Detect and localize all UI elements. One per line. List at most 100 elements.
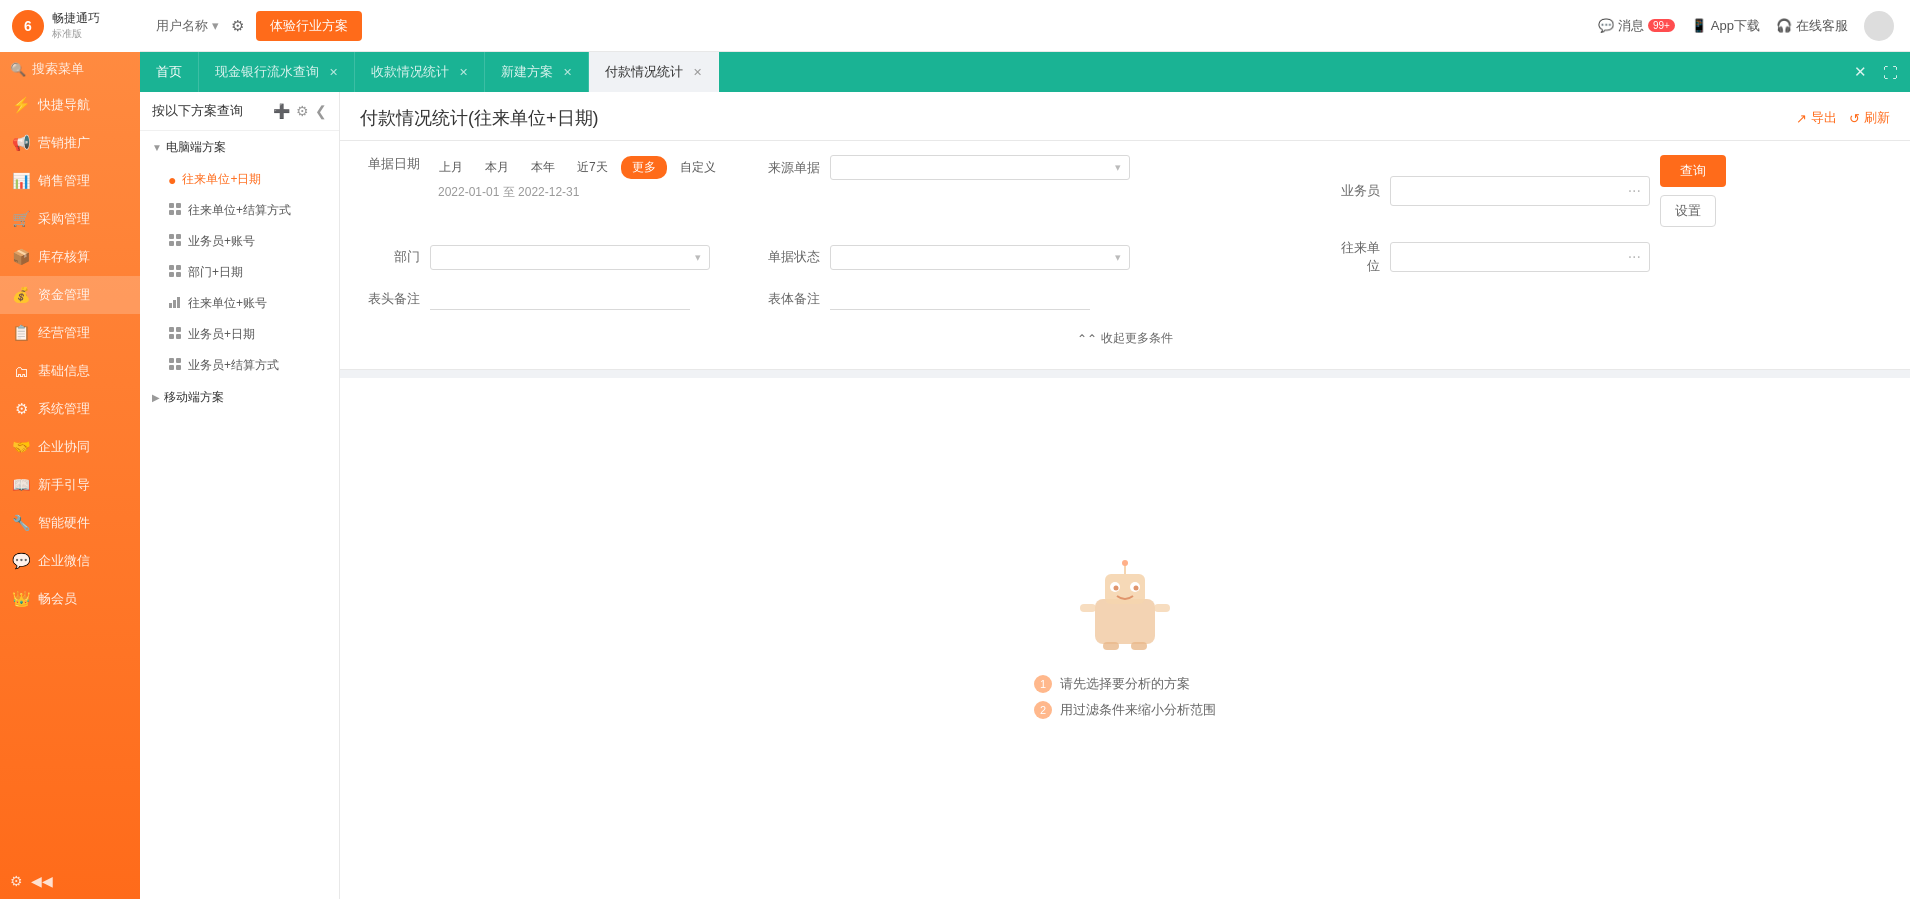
schema-item-label-6: 业务员+结算方式 bbox=[188, 357, 279, 374]
collapse-label: 收起更多条件 bbox=[1101, 330, 1173, 347]
sidebar-item-nav3[interactable]: 🛒 采购管理 bbox=[0, 200, 140, 238]
export-btn[interactable]: ↗ 导出 bbox=[1796, 109, 1837, 127]
date-tab-7days[interactable]: 近7天 bbox=[568, 155, 617, 180]
svg-rect-6 bbox=[169, 241, 174, 246]
doc-status-filter-label: 单据状态 bbox=[760, 248, 830, 266]
settings-schema-icon[interactable]: ⚙ bbox=[296, 103, 309, 119]
date-tab-this-month[interactable]: 本月 bbox=[476, 155, 518, 180]
tab-receipts[interactable]: 收款情况统计 ✕ bbox=[355, 52, 485, 92]
settings-button[interactable]: 设置 bbox=[1660, 195, 1716, 227]
schema-item-5[interactable]: 业务员+日期 bbox=[140, 319, 339, 350]
service-label: 在线客服 bbox=[1796, 17, 1848, 35]
payments-close-icon[interactable]: ✕ bbox=[693, 67, 702, 78]
gear-icon[interactable]: ⚙ bbox=[231, 17, 244, 35]
schema-item-label-4: 往来单位+账号 bbox=[188, 295, 267, 312]
nav-icon-3: 🛒 bbox=[12, 210, 30, 228]
sidebar-item-nav12[interactable]: 💬 企业微信 bbox=[0, 542, 140, 580]
schema-item-0[interactable]: ● 往来单位+日期 bbox=[140, 164, 339, 195]
message-icon: 💬 bbox=[1598, 18, 1614, 33]
filter-area: 单据日期 上月 本月 本年 近7天 更多 自定义 2022-01-01 至 20… bbox=[340, 141, 1910, 370]
add-schema-icon[interactable]: ➕ bbox=[273, 103, 290, 119]
cashflow-close-icon[interactable]: ✕ bbox=[329, 67, 338, 78]
schema-item-1[interactable]: 往来单位+结算方式 bbox=[140, 195, 339, 226]
collapse-bar[interactable]: ⌃⌃ 收起更多条件 bbox=[360, 322, 1890, 355]
body-note-input[interactable] bbox=[830, 287, 1090, 310]
schema-item-icon-6 bbox=[168, 357, 182, 374]
query-button[interactable]: 查询 bbox=[1660, 155, 1726, 187]
sidebar-item-nav10[interactable]: 📖 新手引导 bbox=[0, 466, 140, 504]
nav-icon-12: 💬 bbox=[12, 552, 30, 570]
sidebar-item-nav9[interactable]: 🤝 企业协同 bbox=[0, 428, 140, 466]
nav-label-5: 资金管理 bbox=[38, 286, 90, 304]
maximize-icon[interactable]: ⛶ bbox=[1879, 60, 1902, 85]
svg-rect-11 bbox=[176, 272, 181, 277]
tab-home[interactable]: 首页 bbox=[140, 52, 199, 92]
date-tab-this-year[interactable]: 本年 bbox=[522, 155, 564, 180]
tab-new-plan[interactable]: 新建方案 ✕ bbox=[485, 52, 589, 92]
mobile-group-header[interactable]: ▶ 移动端方案 bbox=[140, 381, 339, 414]
sidebar-item-nav5[interactable]: 💰 资金管理 bbox=[0, 276, 140, 314]
svg-rect-30 bbox=[1154, 604, 1170, 612]
app-download-btn[interactable]: 📱 App下载 bbox=[1691, 17, 1760, 35]
new-plan-close-icon[interactable]: ✕ bbox=[563, 67, 572, 78]
collapse-panel-icon[interactable]: ❮ bbox=[315, 103, 327, 119]
nav-label-10: 新手引导 bbox=[38, 476, 90, 494]
tab-cashflow[interactable]: 现金银行流水查询 ✕ bbox=[199, 52, 355, 92]
sidebar-item-nav7[interactable]: 🗂 基础信息 bbox=[0, 352, 140, 390]
counterpart-select[interactable]: ··· bbox=[1390, 242, 1650, 272]
source-filter-label: 来源单据 bbox=[760, 159, 830, 177]
new-plan-tab-label: 新建方案 bbox=[501, 63, 553, 81]
logo-icon: 6 bbox=[12, 10, 44, 42]
date-tab-more[interactable]: 更多 bbox=[621, 156, 667, 179]
user-avatar[interactable] bbox=[1864, 11, 1894, 41]
schema-item-2[interactable]: 业务员+账号 bbox=[140, 226, 339, 257]
svg-point-34 bbox=[1122, 560, 1128, 566]
mobile-group-arrow-icon: ▶ bbox=[152, 392, 160, 403]
online-service-btn[interactable]: 🎧 在线客服 bbox=[1776, 17, 1848, 35]
sidebar-item-nav6[interactable]: 📋 经营管理 bbox=[0, 314, 140, 352]
schema-item-icon-5 bbox=[168, 326, 182, 343]
source-select[interactable]: ▾ bbox=[830, 155, 1130, 180]
sidebar-item-nav1[interactable]: 📢 营销推广 bbox=[0, 124, 140, 162]
ellipsis-icon[interactable]: ··· bbox=[1628, 182, 1641, 200]
sidebar-item-nav11[interactable]: 🔧 智能硬件 bbox=[0, 504, 140, 542]
svg-rect-29 bbox=[1080, 604, 1096, 612]
page-header: 付款情况统计(往来单位+日期) ↗ 导出 ↺ 刷新 bbox=[340, 92, 1910, 141]
svg-rect-5 bbox=[176, 234, 181, 239]
schema-item-6[interactable]: 业务员+结算方式 bbox=[140, 350, 339, 381]
receipts-close-icon[interactable]: ✕ bbox=[459, 67, 468, 78]
schema-item-4[interactable]: 往来单位+账号 bbox=[140, 288, 339, 319]
schema-item-3[interactable]: 部门+日期 bbox=[140, 257, 339, 288]
schema-item-label-1: 往来单位+结算方式 bbox=[188, 202, 291, 219]
chevron-down-icon[interactable]: ▾ bbox=[212, 18, 219, 33]
desktop-group-header[interactable]: ▼ 电脑端方案 bbox=[140, 131, 339, 164]
sidebar-item-nav2[interactable]: 📊 销售管理 bbox=[0, 162, 140, 200]
trial-btn[interactable]: 体验行业方案 bbox=[256, 11, 362, 41]
sidebar-item-nav4[interactable]: 📦 库存核算 bbox=[0, 238, 140, 276]
message-btn[interactable]: 💬 消息 99+ bbox=[1598, 17, 1675, 35]
tab-payments[interactable]: 付款情况统计 ✕ bbox=[589, 52, 719, 92]
date-tab-last-month[interactable]: 上月 bbox=[430, 155, 472, 180]
svg-rect-31 bbox=[1103, 642, 1119, 650]
settings-bottom-icon[interactable]: ⚙ bbox=[10, 873, 23, 889]
counterpart-dots-icon[interactable]: ··· bbox=[1628, 248, 1641, 266]
close-all-tabs-icon[interactable]: ✕ bbox=[1850, 59, 1871, 85]
nav-icon-8: ⚙ bbox=[12, 400, 30, 418]
doc-status-arrow: ▾ bbox=[1115, 251, 1121, 264]
dept-select[interactable]: ▾ bbox=[430, 245, 710, 270]
search-menu[interactable]: 🔍 搜索菜单 bbox=[0, 52, 140, 86]
refresh-icon: ↺ bbox=[1849, 111, 1860, 126]
salesman-select[interactable]: ··· bbox=[1390, 176, 1650, 206]
refresh-btn[interactable]: ↺ 刷新 bbox=[1849, 109, 1890, 127]
sidebar-item-nav13[interactable]: 👑 畅会员 bbox=[0, 580, 140, 618]
nav-label-4: 库存核算 bbox=[38, 248, 90, 266]
counterpart-filter-label: 往来单位 bbox=[1335, 239, 1390, 275]
svg-rect-20 bbox=[176, 358, 181, 363]
nav-icon-4: 📦 bbox=[12, 248, 30, 266]
collapse-sidebar-icon[interactable]: ◀◀ bbox=[31, 873, 53, 889]
date-tab-custom[interactable]: 自定义 bbox=[671, 155, 725, 180]
header-note-input[interactable] bbox=[430, 287, 690, 310]
sidebar-item-nav8[interactable]: ⚙ 系统管理 bbox=[0, 390, 140, 428]
doc-status-select[interactable]: ▾ bbox=[830, 245, 1130, 270]
sidebar-item-nav0[interactable]: ⚡ 快捷导航 bbox=[0, 86, 140, 124]
